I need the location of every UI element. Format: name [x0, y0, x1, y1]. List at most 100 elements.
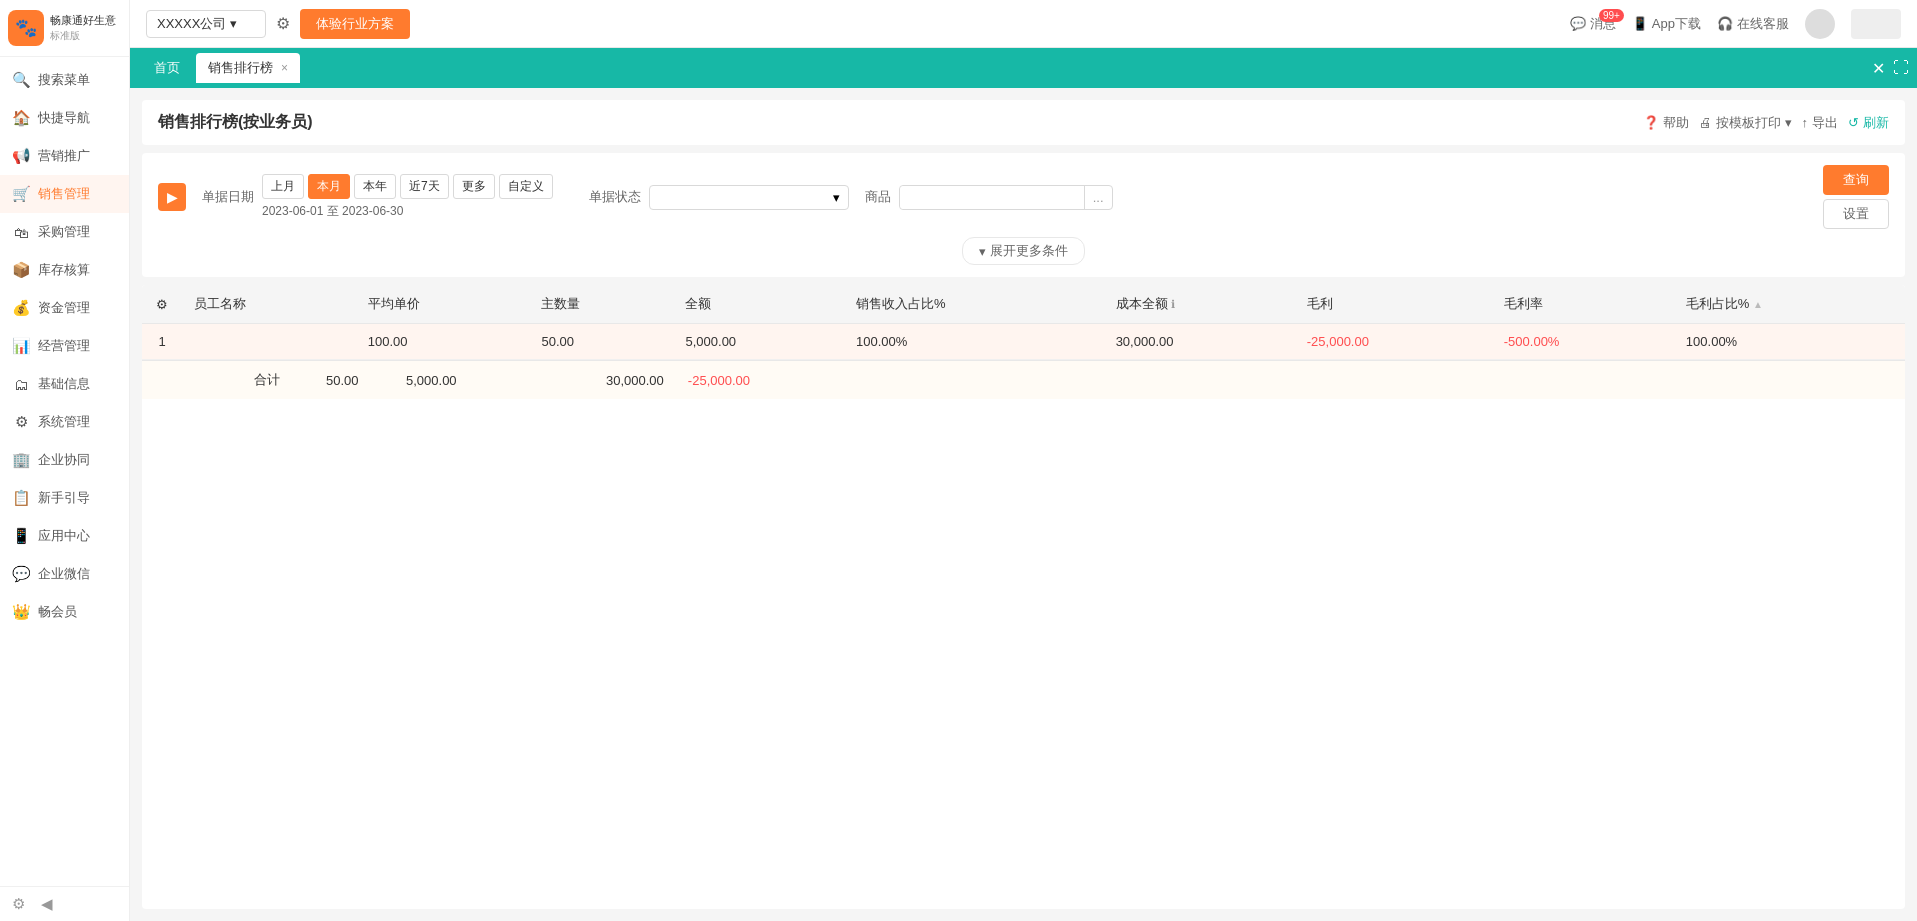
sidebar-item-sales[interactable]: 🛒销售管理 — [0, 175, 129, 213]
tabbar-close-btn[interactable]: ✕ — [1872, 59, 1885, 78]
sidebar-item-app-center[interactable]: 📱应用中心 — [0, 517, 129, 555]
filter-collapse-btn[interactable]: ▶ — [158, 183, 186, 211]
filter-row: ▶ 单据日期 上月本月本年近7天更多自定义 2023-06-01 至 2023-… — [158, 165, 1889, 229]
profit-pct-sort-icon[interactable]: ▲ — [1753, 299, 1763, 310]
tab-sales-ranking-label: 销售排行榜 — [208, 59, 273, 77]
sidebar-item-guide[interactable]: 📋新手引导 — [0, 479, 129, 517]
topbar-settings-icon[interactable]: ⚙ — [276, 14, 290, 33]
nav-icon-system: ⚙ — [12, 413, 30, 431]
topbar-messages[interactable]: 💬 消息 99+ — [1570, 15, 1616, 33]
nav-label-member: 畅会员 — [38, 603, 77, 621]
sidebar-item-purchase[interactable]: 🛍采购管理 — [0, 213, 129, 251]
date-filter: 单据日期 上月本月本年近7天更多自定义 2023-06-01 至 2023-06… — [202, 174, 553, 220]
company-name: XXXXX公司 — [157, 15, 226, 33]
date-buttons: 上月本月本年近7天更多自定义 — [262, 174, 553, 199]
table-header-row: ⚙ 员工名称 平均单价 主数量 全额 销售收入占比% 成本全额 ℹ 毛利 毛利率… — [142, 285, 1905, 324]
th-profit-rate: 毛利率 — [1492, 285, 1674, 324]
filter-settings-button[interactable]: 设置 — [1823, 199, 1889, 229]
user-name-display[interactable] — [1851, 9, 1901, 39]
th-profit: 毛利 — [1295, 285, 1492, 324]
main-area: XXXXX公司 ▾ ⚙ 体验行业方案 💬 消息 99+ 📱 App下载 🎧 在线… — [130, 0, 1917, 921]
status-select[interactable]: ▾ — [649, 185, 849, 210]
sidebar-item-marketing[interactable]: 📢营销推广 — [0, 137, 129, 175]
tab-close-icon[interactable]: × — [281, 61, 288, 75]
date-label: 单据日期 — [202, 188, 254, 206]
sidebar-item-wechat[interactable]: 💬企业微信 — [0, 555, 129, 593]
date-range: 2023-06-01 至 2023-06-30 — [262, 203, 553, 220]
page-content: 销售排行榜(按业务员) ❓ 帮助 🖨 按模板打印 ▾ ↑ 导出 ↺ 刷新 — [130, 88, 1917, 921]
app-name: 畅康通好生意 — [50, 13, 116, 28]
date-btn-更多[interactable]: 更多 — [453, 174, 495, 199]
nav-icon-basic-info: 🗂 — [12, 376, 30, 393]
filter-bar: ▶ 单据日期 上月本月本年近7天更多自定义 2023-06-01 至 2023-… — [142, 153, 1905, 277]
th-settings[interactable]: ⚙ — [142, 285, 182, 324]
th-avg-price: 平均单价 — [356, 285, 530, 324]
topbar-app-download[interactable]: 📱 App下载 — [1632, 15, 1701, 33]
sidebar-item-system[interactable]: ⚙ 系统管理 — [0, 403, 129, 441]
tabbar-expand-btn[interactable]: ⛶ — [1893, 59, 1909, 78]
date-btn-近7天[interactable]: 近7天 — [400, 174, 449, 199]
date-btn-上月[interactable]: 上月 — [262, 174, 304, 199]
sidebar-collapse-icon[interactable]: ◀ — [41, 895, 53, 913]
nav-icon-search: 🔍 — [12, 71, 30, 89]
date-btn-本年[interactable]: 本年 — [354, 174, 396, 199]
company-select[interactable]: XXXXX公司 ▾ — [146, 10, 266, 38]
sidebar-item-enterprise[interactable]: 🏢企业协同 — [0, 441, 129, 479]
goods-input[interactable] — [900, 186, 1084, 209]
nav-label-wechat: 企业微信 — [38, 565, 90, 583]
sidebar-item-inventory[interactable]: 📦库存核算 — [0, 251, 129, 289]
message-badge: 99+ — [1599, 9, 1624, 22]
export-button[interactable]: ↑ 导出 — [1802, 114, 1839, 132]
app-logo: 🐾 畅康通好生意 标准版 — [0, 0, 129, 57]
cell-cost: 30,000.00 — [1104, 324, 1295, 360]
nav-icon-purchase: 🛍 — [12, 224, 30, 241]
try-industry-button[interactable]: 体验行业方案 — [300, 9, 410, 39]
table-footer: 合计 50.00 5,000.00 30,000.00 -25,000.00 — [142, 360, 1905, 399]
sidebar-item-search[interactable]: 🔍 搜索菜单 — [0, 61, 129, 99]
cell-amount: 5,000.00 — [673, 324, 844, 360]
goods-label: 商品 — [865, 188, 891, 206]
nav-label-system: 系统管理 — [38, 413, 90, 431]
expand-conditions-button[interactable]: ▾ 展开更多条件 — [962, 237, 1085, 265]
nav-icon-quick-nav: 🏠 — [12, 109, 30, 127]
tab-home[interactable]: 首页 — [138, 51, 196, 85]
date-btn-本月[interactable]: 本月 — [308, 174, 350, 199]
nav-icon-guide: 📋 — [12, 489, 30, 507]
goods-more-icon[interactable]: ... — [1084, 186, 1112, 209]
sidebar-item-basic-info[interactable]: 🗂基础信息 — [0, 365, 129, 403]
sidebar-bottom: ⚙ ◀ — [0, 886, 129, 921]
topbar-online-service[interactable]: 🎧 在线客服 — [1717, 15, 1789, 33]
status-dropdown-icon: ▾ — [833, 190, 840, 205]
print-icon: 🖨 — [1699, 115, 1712, 130]
sidebar-item-quick-nav[interactable]: 🏠快捷导航 — [0, 99, 129, 137]
footer-quantity: 50.00 — [314, 373, 394, 388]
th-profit-pct: 毛利占比% ▲ — [1674, 285, 1905, 324]
sidebar-item-finance[interactable]: 💰资金管理 — [0, 289, 129, 327]
nav-label-search: 搜索菜单 — [38, 71, 90, 89]
goods-input-wrapper: ... — [899, 185, 1113, 210]
user-avatar[interactable] — [1805, 9, 1835, 39]
expand-row: ▾ 展开更多条件 — [158, 237, 1889, 265]
service-label: 在线客服 — [1737, 15, 1789, 33]
page-title: 销售排行榜(按业务员) — [158, 112, 313, 133]
nav-label-sales: 销售管理 — [38, 185, 90, 203]
cost-info-icon[interactable]: ℹ — [1171, 298, 1175, 310]
print-button[interactable]: 🖨 按模板打印 ▾ — [1699, 114, 1792, 132]
nav-icon-enterprise: 🏢 — [12, 451, 30, 469]
sidebar-settings-icon[interactable]: ⚙ — [12, 895, 25, 913]
tab-sales-ranking[interactable]: 销售排行榜 × — [196, 53, 300, 83]
sales-ranking-table: ⚙ 员工名称 平均单价 主数量 全额 销售收入占比% 成本全额 ℹ 毛利 毛利率… — [142, 285, 1905, 360]
query-button[interactable]: 查询 — [1823, 165, 1889, 195]
page-actions: ❓ 帮助 🖨 按模板打印 ▾ ↑ 导出 ↺ 刷新 — [1643, 114, 1890, 132]
date-btn-自定义[interactable]: 自定义 — [499, 174, 553, 199]
help-icon: ❓ — [1643, 115, 1659, 130]
refresh-button[interactable]: ↺ 刷新 — [1848, 114, 1889, 132]
tabbar: 首页 销售排行榜 × ✕ ⛶ — [130, 48, 1917, 88]
sidebar-item-member[interactable]: 👑畅会员 — [0, 593, 129, 631]
cell-avg-price: 100.00 — [356, 324, 530, 360]
sidebar-item-operations[interactable]: 📊经营管理 — [0, 327, 129, 365]
help-button[interactable]: ❓ 帮助 — [1643, 114, 1689, 132]
expand-icon: ▾ — [979, 244, 986, 259]
refresh-icon: ↺ — [1848, 115, 1859, 130]
topbar: XXXXX公司 ▾ ⚙ 体验行业方案 💬 消息 99+ 📱 App下载 🎧 在线… — [130, 0, 1917, 48]
